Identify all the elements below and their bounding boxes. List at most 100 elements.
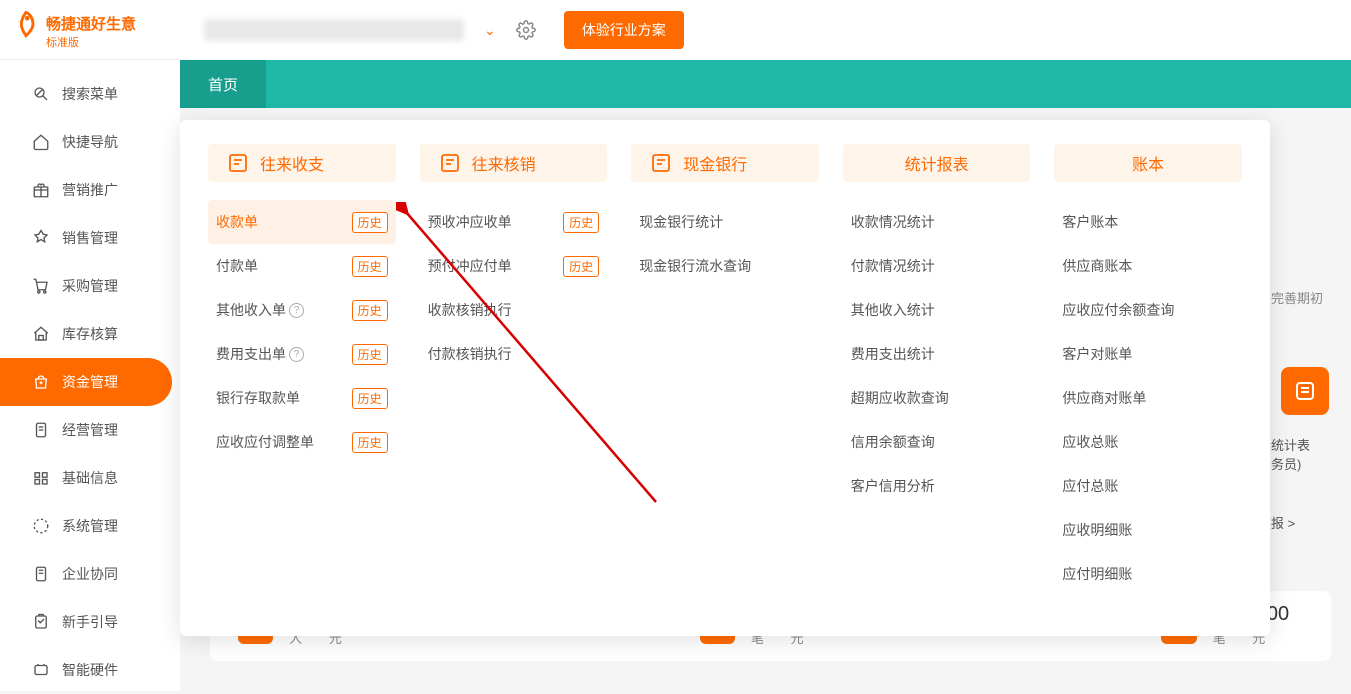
mega-item-label: 收款核销执行 [428,300,512,320]
nav-icon [32,565,50,583]
mega-item[interactable]: 其他收入单?历史 [208,288,396,332]
mega-item-label: 超期应收款查询 [851,388,949,408]
mega-item-label: 现金银行流水查询 [639,256,751,276]
history-tag[interactable]: 历史 [563,212,599,233]
nav-icon [32,469,50,487]
nav-label: 库存核算 [62,324,118,344]
nav-item-8[interactable]: 基础信息 [0,454,180,502]
mega-item-label: 其他收入统计 [851,300,935,320]
nav-item-5[interactable]: 库存核算 [0,310,180,358]
mega-item-label: 供应商对账单 [1062,388,1146,408]
nav-icon [32,85,50,103]
nav-item-1[interactable]: 快捷导航 [0,118,180,166]
mega-item[interactable]: 超期应收款查询 [843,376,1031,420]
mega-item[interactable]: 信用余额查询 [843,420,1031,464]
nav-icon [32,613,50,631]
mega-item[interactable]: 预收冲应收单历史 [420,200,608,244]
mega-item[interactable]: 应付明细账 [1054,552,1242,596]
mega-item-label: 收款情况统计 [851,212,935,232]
nav-icon [32,421,50,439]
mega-col-0: 往来收支收款单历史付款单历史其他收入单?历史费用支出单?历史银行存取款单历史应收… [196,144,408,596]
sidebar: 畅捷通好生意 标准版 搜索菜单快捷导航营销推广销售管理采购管理库存核算资金管理经… [0,0,180,691]
help-icon[interactable]: ? [289,347,304,362]
col-header-icon [649,151,673,175]
mega-item[interactable]: 付款核销执行 [420,332,608,376]
nav-label: 系统管理 [62,516,118,536]
mega-item-label: 应收总账 [1062,432,1118,452]
mega-item[interactable]: 应收应付余额查询 [1054,288,1242,332]
right-label-3[interactable]: 报 > [1271,513,1351,532]
right-orange-icon[interactable] [1281,367,1329,415]
mega-item[interactable]: 银行存取款单历史 [208,376,396,420]
mega-item[interactable]: 费用支出单?历史 [208,332,396,376]
nav-item-3[interactable]: 销售管理 [0,214,180,262]
mega-item[interactable]: 供应商账本 [1054,244,1242,288]
mega-item[interactable]: 现金银行流水查询 [631,244,819,288]
mega-item-label: 应付总账 [1062,476,1118,496]
nav-label: 基础信息 [62,468,118,488]
nav-label: 快捷导航 [62,132,118,152]
nav-icon [32,229,50,247]
nav-list: 搜索菜单快捷导航营销推广销售管理采购管理库存核算资金管理经营管理基础信息系统管理… [0,60,180,694]
nav-item-6[interactable]: 资金管理 [0,358,172,406]
logo-area: 畅捷通好生意 标准版 [0,0,180,60]
mega-item[interactable]: 预付冲应付单 历史 [420,244,608,288]
nav-item-11[interactable]: 新手引导 [0,598,180,646]
company-name-blurred[interactable] [204,19,464,41]
mega-item[interactable]: 收款单历史 [208,200,396,244]
history-tag[interactable]: 历史 [352,212,388,233]
mega-item[interactable]: 客户账本 [1054,200,1242,244]
mega-item[interactable]: 其他收入统计 [843,288,1031,332]
mega-item-label: 现金银行统计 [639,212,723,232]
tab-home[interactable]: 首页 [180,60,266,108]
mega-item[interactable]: 付款单历史 [208,244,396,288]
nav-item-7[interactable]: 经营管理 [0,406,180,454]
mega-item[interactable]: 供应商对账单 [1054,376,1242,420]
mega-item[interactable]: 付款情况统计 [843,244,1031,288]
mega-item[interactable]: 应收明细账 [1054,508,1242,552]
chevron-down-icon[interactable]: ⌄ [484,22,496,39]
mega-item[interactable]: 应收总账 [1054,420,1242,464]
nav-icon [32,517,50,535]
help-icon[interactable]: ? [289,303,304,318]
gear-icon[interactable] [516,20,536,40]
mega-item-label: 应收明细账 [1062,520,1132,540]
nav-icon [32,373,50,391]
mega-item[interactable]: 收款核销执行 [420,288,608,332]
history-tag[interactable]: 历史 [352,300,388,321]
col-header-title: 往来核销 [472,151,536,175]
history-tag[interactable]: 历史 [563,256,599,277]
nav-label: 新手引导 [62,612,118,632]
history-tag[interactable]: 历史 [352,432,388,453]
nav-item-12[interactable]: 智能硬件 [0,646,180,694]
tab-bar: 首页 [180,60,1351,108]
history-tag[interactable]: 历史 [352,344,388,365]
mega-menu: 往来收支收款单历史付款单历史其他收入单?历史费用支出单?历史银行存取款单历史应收… [180,120,1270,636]
nav-item-2[interactable]: 营销推广 [0,166,180,214]
mega-item-label: 客户对账单 [1062,344,1132,364]
history-tag[interactable]: 历史 [352,388,388,409]
mega-col-1: 往来核销预收冲应收单历史预付冲应付单 历史收款核销执行付款核销执行 [408,144,620,596]
mega-col-3: 统计报表收款情况统计付款情况统计其他收入统计费用支出统计超期应收款查询信用余额查… [831,144,1043,596]
mega-item-label: 客户信用分析 [851,476,935,496]
col-header-icon [438,151,462,175]
mega-item-label: 信用余额查询 [851,432,935,452]
nav-item-10[interactable]: 企业协同 [0,550,180,598]
mega-item[interactable]: 客户对账单 [1054,332,1242,376]
nav-item-9[interactable]: 系统管理 [0,502,180,550]
experience-plan-button[interactable]: 体验行业方案 [564,11,684,49]
mega-item[interactable]: 费用支出统计 [843,332,1031,376]
mega-item-label: 应收应付调整单 [216,432,314,452]
mega-item[interactable]: 客户信用分析 [843,464,1031,508]
nav-item-4[interactable]: 采购管理 [0,262,180,310]
col-header-title: 账本 [1132,151,1164,175]
nav-label: 搜索菜单 [62,84,118,104]
history-tag[interactable]: 历史 [352,256,388,277]
mega-item-label: 预付冲应付单 [428,256,512,276]
mega-item[interactable]: 收款情况统计 [843,200,1031,244]
mega-item[interactable]: 应付总账 [1054,464,1242,508]
mega-item[interactable]: 应收应付调整单 历史 [208,420,396,464]
mega-item[interactable]: 现金银行统计 [631,200,819,244]
nav-item-0[interactable]: 搜索菜单 [0,70,180,118]
mega-item-label: 付款情况统计 [851,256,935,276]
